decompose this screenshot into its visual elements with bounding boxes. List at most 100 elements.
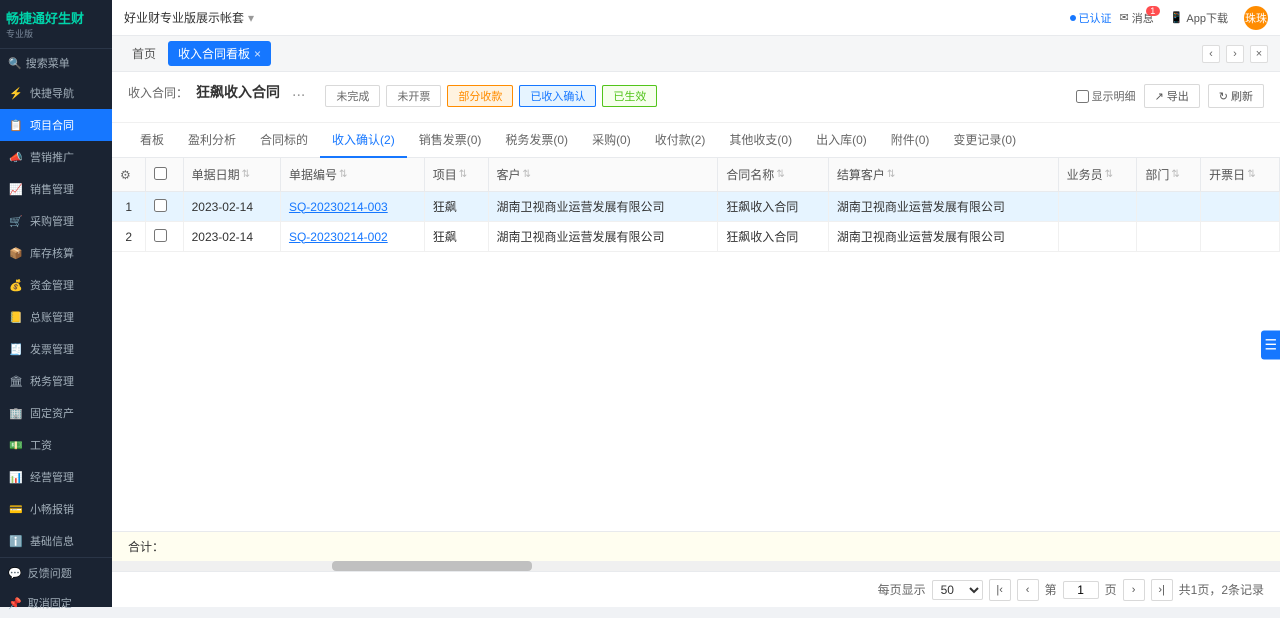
cell-1-4: 狂飙 (424, 222, 488, 252)
nav-icon-8: 🏛 (8, 373, 24, 389)
sort-icon-4[interactable]: ⇅ (459, 169, 467, 180)
table-row[interactable]: 22023-02-14SQ-20230214-002狂飙湖南卫视商业运营发展有限… (112, 222, 1280, 252)
sort-icon-8[interactable]: ⇅ (1105, 169, 1113, 180)
sub-tab-11[interactable]: 变更记录(0) (941, 123, 1028, 158)
status-btn-0[interactable]: 未完成 (325, 85, 380, 107)
status-btn-3[interactable]: 已收入确认 (519, 85, 596, 107)
sidebar-bottom-item-0[interactable]: 💬反馈问题 (0, 558, 112, 588)
cell-0-10 (1201, 192, 1280, 222)
per-page-select[interactable]: 50 100 200 (932, 580, 983, 600)
export-button[interactable]: ↗ 导出 (1144, 84, 1200, 108)
show-detail-toggle[interactable]: 显示明细 (1076, 88, 1136, 104)
pagination-last-button[interactable]: ›| (1151, 579, 1173, 601)
sort-icon-2[interactable]: ⇅ (242, 169, 250, 180)
main-area: 好业财专业版展示帐套 ▾ 已认证 ✉ 1 消息 📱 App下载 珠珠 首页 收入 (112, 0, 1280, 607)
sidebar-item-3[interactable]: 🛒采购管理 (0, 205, 112, 237)
contract-title: 收入合同： 狂飙收入合同 ... (128, 82, 309, 102)
doc-number-link-1[interactable]: SQ-20230214-002 (289, 230, 388, 244)
more-options-button[interactable]: ... (288, 83, 309, 101)
sidebar-item-5[interactable]: 💰资金管理 (0, 269, 112, 301)
sub-tab-3[interactable]: 收入确认(2) (320, 123, 407, 158)
table-area[interactable]: ⚙单据日期⇅单据编号⇅项目⇅客户⇅合同名称⇅结算客户⇅业务员⇅部门⇅开票日⇅ 1… (112, 158, 1280, 531)
tab-prev-button[interactable]: ‹ (1202, 45, 1220, 63)
sidebar-item-2[interactable]: 📈销售管理 (0, 173, 112, 205)
col-header-7: 结算客户⇅ (828, 158, 1058, 192)
sidebar-item-quick-nav[interactable]: ⚡ 快捷导航 (0, 77, 112, 109)
status-btn-4[interactable]: 已生效 (602, 85, 657, 107)
tab-close-all-button[interactable]: × (1250, 45, 1268, 63)
sub-tab-8[interactable]: 其他收支(0) (717, 123, 804, 158)
tab-contract-board[interactable]: 收入合同看板 × (168, 41, 271, 66)
sort-icon-5[interactable]: ⇅ (523, 169, 531, 180)
select-all-checkbox[interactable] (154, 167, 167, 180)
contract-name: 狂飙收入合同 (196, 82, 280, 102)
tab-close-icon[interactable]: × (254, 47, 261, 61)
sidebar-item-6[interactable]: 📒总账管理 (0, 301, 112, 333)
sidebar-item-12[interactable]: 💳小畅报销 (0, 493, 112, 525)
row-checkbox-1[interactable] (154, 229, 167, 242)
horizontal-scrollbar[interactable] (112, 561, 1280, 571)
nav-icon-4: 📦 (8, 245, 24, 261)
sub-tab-9[interactable]: 出入库(0) (804, 123, 879, 158)
pagination-prev-button[interactable]: ‹ (1017, 579, 1039, 601)
status-btn-2[interactable]: 部分收款 (447, 85, 513, 107)
doc-number-link-0[interactable]: SQ-20230214-003 (289, 200, 388, 214)
sub-tab-6[interactable]: 采购(0) (580, 123, 643, 158)
show-detail-checkbox[interactable] (1076, 90, 1089, 103)
sidebar-item-11[interactable]: 📊经营管理 (0, 461, 112, 493)
sub-tab-4[interactable]: 销售发票(0) (407, 123, 494, 158)
table-row[interactable]: 12023-02-14SQ-20230214-003狂飙湖南卫视商业运营发展有限… (112, 192, 1280, 222)
pagination-next-button[interactable]: › (1123, 579, 1145, 601)
cell-1-2: 2023-02-14 (183, 222, 280, 252)
right-panel-button[interactable]: ☰ (1261, 330, 1280, 359)
sidebar-item-1[interactable]: 📣营销推广 (0, 141, 112, 173)
col-header-8: 业务员⇅ (1058, 158, 1137, 192)
sidebar-item-13[interactable]: ℹ️基础信息 (0, 525, 112, 557)
sub-tab-5[interactable]: 税务发票(0) (493, 123, 580, 158)
table-header: ⚙单据日期⇅单据编号⇅项目⇅客户⇅合同名称⇅结算客户⇅业务员⇅部门⇅开票日⇅ (112, 158, 1280, 192)
sidebar-item-0[interactable]: 📋项目合同 (0, 109, 112, 141)
row-checkbox-0[interactable] (154, 199, 167, 212)
sub-tab-0[interactable]: 看板 (128, 123, 176, 158)
sidebar-item-7[interactable]: 🧾发票管理 (0, 333, 112, 365)
sub-tab-7[interactable]: 收付款(2) (643, 123, 718, 158)
sort-icon-7[interactable]: ⇅ (887, 169, 895, 180)
user-avatar[interactable]: 珠珠 (1244, 6, 1268, 30)
nav-icon-5: 💰 (8, 277, 24, 293)
sub-tab-10[interactable]: 附件(0) (879, 123, 942, 158)
app-download-button[interactable]: 📱 App下载 (1170, 10, 1228, 26)
sidebar-item-9[interactable]: 🏢固定资产 (0, 397, 112, 429)
pagination-first-button[interactable]: |‹ (989, 579, 1011, 601)
company-selector[interactable]: 好业财专业版展示帐套 ▾ (124, 9, 1062, 26)
sidebar-item-10[interactable]: 💵工资 (0, 429, 112, 461)
nav-icon-3: 🛒 (8, 213, 24, 229)
settings-icon[interactable]: ⚙ (120, 168, 131, 182)
cell-0-0: 1 (112, 192, 146, 222)
tabbar: 首页 收入合同看板 × ‹ › × (112, 36, 1280, 72)
nav-icon-11: 📊 (8, 469, 24, 485)
sidebar-item-4[interactable]: 📦库存核算 (0, 237, 112, 269)
table-body: 12023-02-14SQ-20230214-003狂飙湖南卫视商业运营发展有限… (112, 192, 1280, 252)
nav-icon-6: 📒 (8, 309, 24, 325)
col-header-1 (146, 158, 183, 192)
table-footer: 合计： (112, 531, 1280, 561)
sidebar-bottom-item-1[interactable]: 📌取消固定 (0, 588, 112, 618)
sub-tab-2[interactable]: 合同标的 (248, 123, 320, 158)
sort-icon-9[interactable]: ⇅ (1171, 169, 1179, 180)
sort-icon-6[interactable]: ⇅ (776, 169, 784, 180)
sidebar-item-8[interactable]: 🏛税务管理 (0, 365, 112, 397)
page-label: 第 (1045, 581, 1057, 598)
cell-0-3: SQ-20230214-003 (280, 192, 424, 222)
refresh-button[interactable]: ↻ 刷新 (1208, 84, 1264, 108)
sort-icon-10[interactable]: ⇅ (1247, 169, 1255, 180)
sidebar-search[interactable]: 🔍 搜索菜单 (0, 49, 112, 77)
status-btn-1[interactable]: 未开票 (386, 85, 441, 107)
tab-home[interactable]: 首页 (124, 41, 164, 66)
sort-icon-3[interactable]: ⇅ (339, 169, 347, 180)
logo-text: 畅捷通好生财 (6, 8, 106, 27)
message-button[interactable]: ✉ 1 消息 (1120, 10, 1154, 26)
sub-tab-1[interactable]: 盈利分析 (176, 123, 248, 158)
status-bar: 未完成未开票部分收款已收入确认已生效 (325, 85, 657, 107)
page-input[interactable] (1063, 581, 1099, 599)
tab-next-button[interactable]: › (1226, 45, 1244, 63)
